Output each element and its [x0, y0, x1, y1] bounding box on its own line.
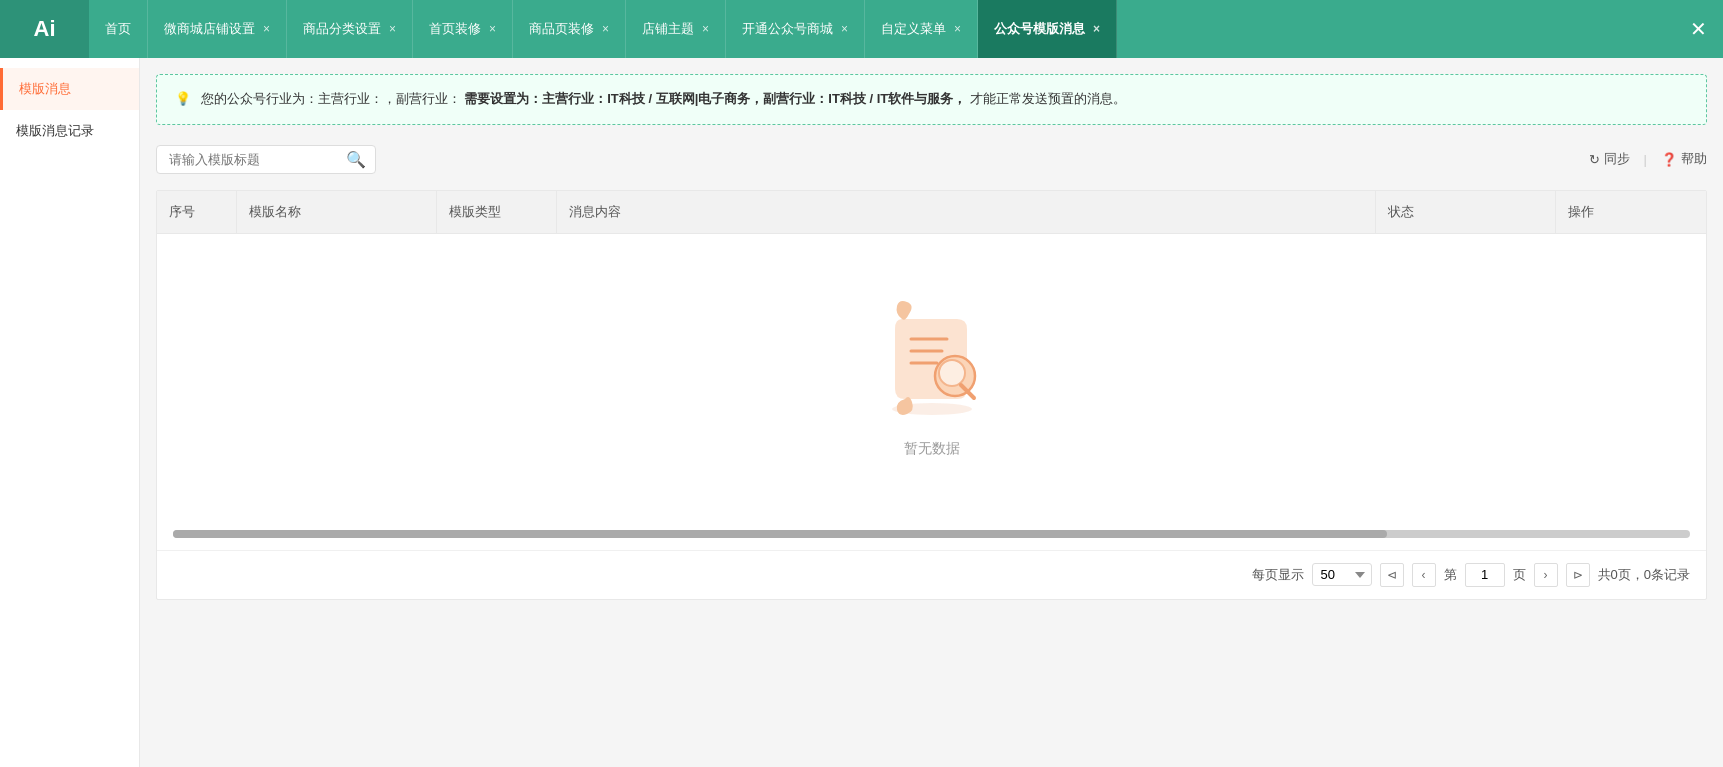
- pagination: 每页显示 50 10 20 100 ⊲ ‹ 第 页 › ⊳ 共0页，0条记录: [157, 550, 1706, 599]
- nav-tab-product-decor-label: 商品页装修: [529, 20, 594, 38]
- page-suffix: 页: [1513, 566, 1526, 584]
- nav-tab-shop-theme-close[interactable]: ×: [702, 22, 709, 36]
- page-size-select[interactable]: 50 10 20 100: [1312, 563, 1372, 586]
- help-label: 帮助: [1681, 150, 1707, 168]
- nav-tab-custom-menu-close[interactable]: ×: [954, 22, 961, 36]
- sidebar-item-template-msg[interactable]: 模版消息: [0, 68, 139, 110]
- search-input[interactable]: [156, 145, 376, 174]
- data-table: 序号 模版名称 模版类型 消息内容 状态 操作: [156, 190, 1707, 600]
- col-header-action: 操作: [1556, 191, 1706, 233]
- sidebar-item-template-msg-record-label: 模版消息记录: [16, 123, 94, 138]
- nav-tab-shop-settings-label: 微商城店铺设置: [164, 20, 255, 38]
- sidebar: 模版消息 模版消息记录: [0, 58, 140, 767]
- nav-tab-product-decor[interactable]: 商品页装修 ×: [513, 0, 626, 58]
- search-right: ↻ 同步 | ❓ 帮助: [1589, 150, 1707, 168]
- main-layout: 模版消息 模版消息记录 💡 您的公众号行业为：主营行业：，副营行业： 需要设置为…: [0, 58, 1723, 767]
- help-button[interactable]: ❓ 帮助: [1661, 150, 1707, 168]
- nav-tabs: 首页 微商城店铺设置 × 商品分类设置 × 首页装修 × 商品页装修 × 店铺主…: [89, 0, 1674, 58]
- nav-tab-product-decor-close[interactable]: ×: [602, 22, 609, 36]
- search-bar: 🔍 ↻ 同步 | ❓ 帮助: [156, 145, 1707, 174]
- nav-tab-template-msg-label: 公众号模版消息: [994, 20, 1085, 38]
- nav-tab-template-msg-close[interactable]: ×: [1093, 22, 1100, 36]
- svg-point-5: [939, 360, 965, 386]
- nav-tab-open-mall[interactable]: 开通公众号商城 ×: [726, 0, 865, 58]
- notice-highlight: 需要设置为：主营行业：IT科技 / 互联网|电子商务，副营行业：IT科技 / I…: [464, 91, 966, 106]
- col-header-type: 模版类型: [437, 191, 557, 233]
- col-header-content: 消息内容: [557, 191, 1376, 233]
- nav-tab-shop-theme-label: 店铺主题: [642, 20, 694, 38]
- page-last-button[interactable]: ⊳: [1566, 563, 1590, 587]
- page-prev-button[interactable]: ‹: [1412, 563, 1436, 587]
- sidebar-item-template-msg-record[interactable]: 模版消息记录: [0, 110, 139, 152]
- col-header-name: 模版名称: [237, 191, 437, 233]
- nav-tab-shop-theme[interactable]: 店铺主题 ×: [626, 0, 726, 58]
- page-size-label: 每页显示: [1252, 566, 1304, 584]
- notice-box: 💡 您的公众号行业为：主营行业：，副营行业： 需要设置为：主营行业：IT科技 /…: [156, 74, 1707, 125]
- help-icon: ❓: [1661, 152, 1677, 167]
- search-input-wrap: 🔍: [156, 145, 376, 174]
- empty-text: 暂无数据: [904, 440, 960, 458]
- nav-tab-shop-settings-close[interactable]: ×: [263, 22, 270, 36]
- nav-tab-home[interactable]: 首页: [89, 0, 148, 58]
- nav-tab-open-mall-close[interactable]: ×: [841, 22, 848, 36]
- table-scrollbar-thumb[interactable]: [173, 530, 1387, 538]
- nav-tab-home-label: 首页: [105, 20, 131, 38]
- close-all-button[interactable]: ✕: [1674, 0, 1723, 58]
- page-first-button[interactable]: ⊲: [1380, 563, 1404, 587]
- top-nav: Ai 首页 微商城店铺设置 × 商品分类设置 × 首页装修 × 商品页装修 × …: [0, 0, 1723, 58]
- table-scrollbar[interactable]: [173, 530, 1690, 538]
- nav-tab-home-decor[interactable]: 首页装修 ×: [413, 0, 513, 58]
- divider: |: [1644, 152, 1647, 167]
- sync-icon: ↻: [1589, 152, 1600, 167]
- nav-tab-product-category-label: 商品分类设置: [303, 20, 381, 38]
- nav-tab-custom-menu-label: 自定义菜单: [881, 20, 946, 38]
- nav-tab-open-mall-label: 开通公众号商城: [742, 20, 833, 38]
- empty-illustration: [867, 294, 997, 424]
- search-left: 🔍: [156, 145, 376, 174]
- search-icon[interactable]: 🔍: [346, 150, 366, 169]
- nav-tab-home-decor-label: 首页装修: [429, 20, 481, 38]
- empty-state: 暂无数据: [157, 234, 1706, 518]
- page-total: 共0页，0条记录: [1598, 566, 1690, 584]
- page-next-button[interactable]: ›: [1534, 563, 1558, 587]
- nav-tab-custom-menu[interactable]: 自定义菜单 ×: [865, 0, 978, 58]
- sidebar-item-template-msg-label: 模版消息: [19, 81, 71, 96]
- nav-tab-home-decor-close[interactable]: ×: [489, 22, 496, 36]
- nav-tab-product-category-close[interactable]: ×: [389, 22, 396, 36]
- notice-prefix: 您的公众号行业为：主营行业：，副营行业：: [201, 91, 461, 106]
- nav-tab-shop-settings[interactable]: 微商城店铺设置 ×: [148, 0, 287, 58]
- sync-label: 同步: [1604, 150, 1630, 168]
- table-header: 序号 模版名称 模版类型 消息内容 状态 操作: [157, 191, 1706, 234]
- page-label: 第: [1444, 566, 1457, 584]
- content-area: 💡 您的公众号行业为：主营行业：，副营行业： 需要设置为：主营行业：IT科技 /…: [140, 58, 1723, 767]
- col-header-status: 状态: [1376, 191, 1556, 233]
- col-header-seq: 序号: [157, 191, 237, 233]
- notice-icon: 💡: [175, 91, 191, 106]
- page-number-input[interactable]: [1465, 563, 1505, 587]
- app-logo: Ai: [0, 0, 89, 58]
- notice-suffix: 才能正常发送预置的消息。: [970, 91, 1126, 106]
- sync-button[interactable]: ↻ 同步: [1589, 150, 1630, 168]
- nav-tab-template-msg[interactable]: 公众号模版消息 ×: [978, 0, 1117, 58]
- nav-tab-product-category[interactable]: 商品分类设置 ×: [287, 0, 413, 58]
